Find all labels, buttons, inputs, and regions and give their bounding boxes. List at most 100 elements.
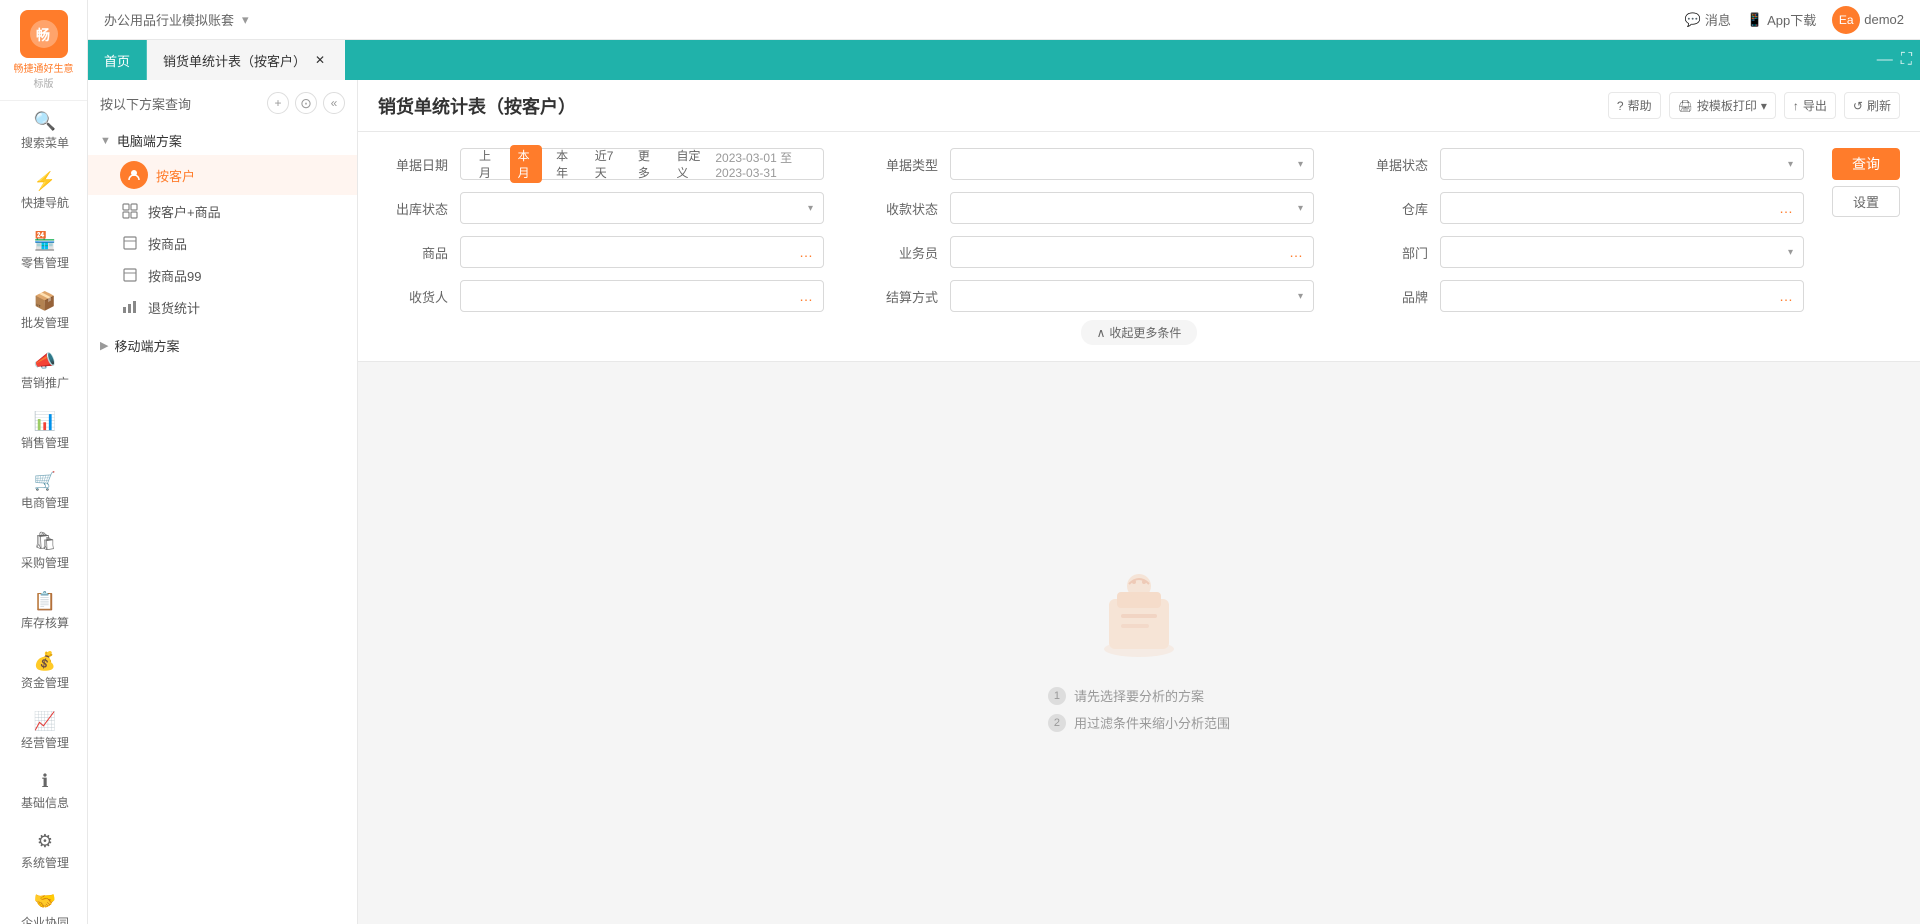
sidebar-item-wholesale[interactable]: 📦 批发管理 bbox=[0, 281, 87, 341]
tree-item-return-stats[interactable]: 退货统计 bbox=[88, 291, 357, 323]
tabs-bar: 首页 销货单统计表（按客户） ✕ — ⛶ bbox=[88, 40, 1920, 80]
panel-refresh-btn[interactable]: ⊙ bbox=[295, 92, 317, 114]
tab-home[interactable]: 首页 bbox=[88, 40, 147, 80]
empty-hint-1: 1 请先选择要分析的方案 bbox=[1048, 686, 1230, 705]
brand-input[interactable]: … bbox=[1440, 280, 1804, 312]
department-input[interactable]: ▾ bbox=[1440, 236, 1804, 268]
sidebar-item-search[interactable]: 🔍 搜索菜单 bbox=[0, 101, 87, 161]
product-input[interactable]: … bbox=[460, 236, 824, 268]
logo-icon: 畅 bbox=[20, 10, 68, 58]
brand-dots-btn[interactable]: … bbox=[1779, 288, 1793, 304]
settlement-input[interactable]: ▾ bbox=[950, 280, 1314, 312]
sidebar-item-purchase[interactable]: 🛍 采购管理 bbox=[0, 521, 87, 581]
warehouse-dots-btn[interactable]: … bbox=[1779, 200, 1793, 216]
logo-subtitle: 标版 bbox=[34, 75, 54, 90]
print-btn[interactable]: 🖨 按模板打印 ▾ bbox=[1669, 92, 1776, 119]
salesperson-dots-btn[interactable]: … bbox=[1289, 244, 1303, 260]
tab-close-btn[interactable]: ✕ bbox=[312, 52, 328, 68]
tab-sales-stats[interactable]: 销货单统计表（按客户） ✕ bbox=[147, 40, 345, 80]
sidebar-item-system[interactable]: ⚙ 系统管理 bbox=[0, 821, 87, 881]
ecommerce-icon: 🛒 bbox=[34, 471, 56, 492]
refresh-btn[interactable]: ↺ 刷新 bbox=[1844, 92, 1900, 119]
recipient-dots-btn[interactable]: … bbox=[799, 288, 813, 304]
collapse-btn[interactable]: ∧ 收起更多条件 bbox=[1081, 320, 1198, 345]
sidebar-item-operations[interactable]: 📈 经营管理 bbox=[0, 701, 87, 761]
tree-item-by-customer[interactable]: 按客户 bbox=[88, 155, 357, 195]
sidebar-item-ecommerce[interactable]: 🛒 电商管理 bbox=[0, 461, 87, 521]
tab-minimize-btn[interactable]: — bbox=[1877, 51, 1893, 69]
help-btn[interactable]: ? 帮助 bbox=[1608, 92, 1661, 119]
date-current-month-btn[interactable]: 本月 bbox=[510, 145, 543, 183]
desktop-group-header[interactable]: ▼ 电脑端方案 bbox=[88, 126, 357, 155]
doc-status-input[interactable]: ▾ bbox=[1440, 148, 1804, 180]
user-area[interactable]: Ea demo2 bbox=[1832, 6, 1904, 34]
desktop-expand-icon: ▼ bbox=[100, 135, 111, 147]
help-icon: ? bbox=[1617, 99, 1624, 113]
warehouse-input[interactable]: … bbox=[1440, 192, 1804, 224]
query-btn[interactable]: 查询 bbox=[1832, 148, 1900, 180]
wholesale-icon: 📦 bbox=[34, 291, 56, 312]
sidebar-item-retail[interactable]: 🏪 零售管理 bbox=[0, 221, 87, 281]
mobile-group-header[interactable]: ▶ 移动端方案 bbox=[88, 331, 357, 360]
print-dropdown-icon: ▾ bbox=[1761, 99, 1767, 113]
date-more-btn[interactable]: 更多 bbox=[630, 145, 663, 183]
panel-title: 按以下方案查询 bbox=[100, 94, 191, 113]
department-label: 部门 bbox=[1358, 243, 1428, 262]
topbar-right: 💬 消息 📱 App下载 Ea demo2 bbox=[1685, 6, 1904, 34]
shipment-input[interactable]: ▾ bbox=[460, 192, 824, 224]
export-icon: ↑ bbox=[1793, 99, 1799, 113]
sidebar-item-inventory[interactable]: 📋 库存核算 bbox=[0, 581, 87, 641]
desktop-group: ▼ 电脑端方案 按客户 bbox=[88, 122, 357, 327]
logo-text: 畅捷通好生意 bbox=[14, 60, 74, 75]
settlement-dropdown-icon: ▾ bbox=[1298, 291, 1303, 302]
payment-input[interactable]: ▾ bbox=[950, 192, 1314, 224]
sidebar-item-basic-info[interactable]: ℹ 基础信息 bbox=[0, 761, 87, 821]
tree-item-by-customer-product[interactable]: 按客户+商品 bbox=[88, 195, 357, 227]
doc-type-label: 单据类型 bbox=[868, 155, 938, 174]
salesperson-input[interactable]: … bbox=[950, 236, 1314, 268]
right-content: 销货单统计表（按客户） ? 帮助 🖨 按模板打印 ▾ ↑ 导出 bbox=[358, 80, 1920, 924]
purchase-icon: 🛍 bbox=[34, 531, 57, 552]
tree-item-by-product-99[interactable]: 按商品99 bbox=[88, 259, 357, 291]
by-customer-icon bbox=[120, 161, 148, 189]
breadcrumb-dropdown-icon[interactable]: ▾ bbox=[242, 12, 249, 28]
sidebar-item-marketing[interactable]: 📣 营销推广 bbox=[0, 341, 87, 401]
sidebar-item-finance[interactable]: 💰 资金管理 bbox=[0, 641, 87, 701]
collapse-arrow-icon: ∧ bbox=[1097, 326, 1106, 340]
warehouse-label: 仓库 bbox=[1358, 199, 1428, 218]
panel-add-btn[interactable]: + bbox=[267, 92, 289, 114]
recipient-label: 收货人 bbox=[378, 287, 448, 306]
date-7days-btn[interactable]: 近7天 bbox=[587, 145, 624, 183]
export-btn[interactable]: ↑ 导出 bbox=[1784, 92, 1836, 119]
app-download-btn[interactable]: 📱 App下载 bbox=[1747, 10, 1816, 29]
left-panel: 按以下方案查询 + ⊙ « ▼ 电脑端方案 bbox=[88, 80, 358, 924]
recipient-input[interactable]: … bbox=[460, 280, 824, 312]
tabs-actions: — ⛶ bbox=[1877, 51, 1920, 69]
panel-collapse-btn[interactable]: « bbox=[323, 92, 345, 114]
main-area: 办公用品行业模拟账套 ▾ 💬 消息 📱 App下载 Ea demo2 首页 bbox=[88, 0, 1920, 924]
date-custom-btn[interactable]: 自定义 bbox=[669, 145, 710, 183]
product-dots-btn[interactable]: … bbox=[799, 244, 813, 260]
by-customer-product-label: 按客户+商品 bbox=[148, 202, 221, 221]
tab-maximize-btn[interactable]: ⛶ bbox=[1901, 51, 1912, 69]
sidebar-item-quick-nav[interactable]: ⚡ 快捷导航 bbox=[0, 161, 87, 221]
sidebar: 畅 畅捷通好生意 标版 🔍 搜索菜单 ⚡ 快捷导航 🏪 零售管理 📦 批发管理 … bbox=[0, 0, 88, 924]
date-year-btn[interactable]: 本年 bbox=[548, 145, 581, 183]
content-header: 销货单统计表（按客户） ? 帮助 🖨 按模板打印 ▾ ↑ 导出 bbox=[358, 80, 1920, 132]
refresh-icon: ↺ bbox=[1853, 99, 1863, 113]
search-icon: 🔍 bbox=[34, 111, 56, 132]
date-last-month-btn[interactable]: 上月 bbox=[471, 145, 504, 183]
shipment-dropdown-icon: ▾ bbox=[808, 203, 813, 214]
tree-item-by-product[interactable]: 按商品 bbox=[88, 227, 357, 259]
sidebar-item-sales[interactable]: 📊 销售管理 bbox=[0, 401, 87, 461]
doc-type-input[interactable]: ▾ bbox=[950, 148, 1314, 180]
date-input[interactable]: 上月 本月 本年 近7天 更多 自定义 2023-03-01 至 2023-03… bbox=[460, 148, 824, 180]
empty-hint-2: 2 用过滤条件来缩小分析范围 bbox=[1048, 713, 1230, 732]
settings-btn[interactable]: 设置 bbox=[1832, 186, 1900, 217]
message-btn[interactable]: 💬 消息 bbox=[1685, 10, 1731, 29]
by-customer-product-icon bbox=[120, 201, 140, 221]
panel-header: 按以下方案查询 + ⊙ « bbox=[88, 92, 357, 122]
mobile-expand-icon: ▶ bbox=[100, 339, 108, 352]
sidebar-item-enterprise[interactable]: 🤝 企业协同 bbox=[0, 881, 87, 924]
doc-type-dropdown-icon: ▾ bbox=[1298, 159, 1303, 170]
